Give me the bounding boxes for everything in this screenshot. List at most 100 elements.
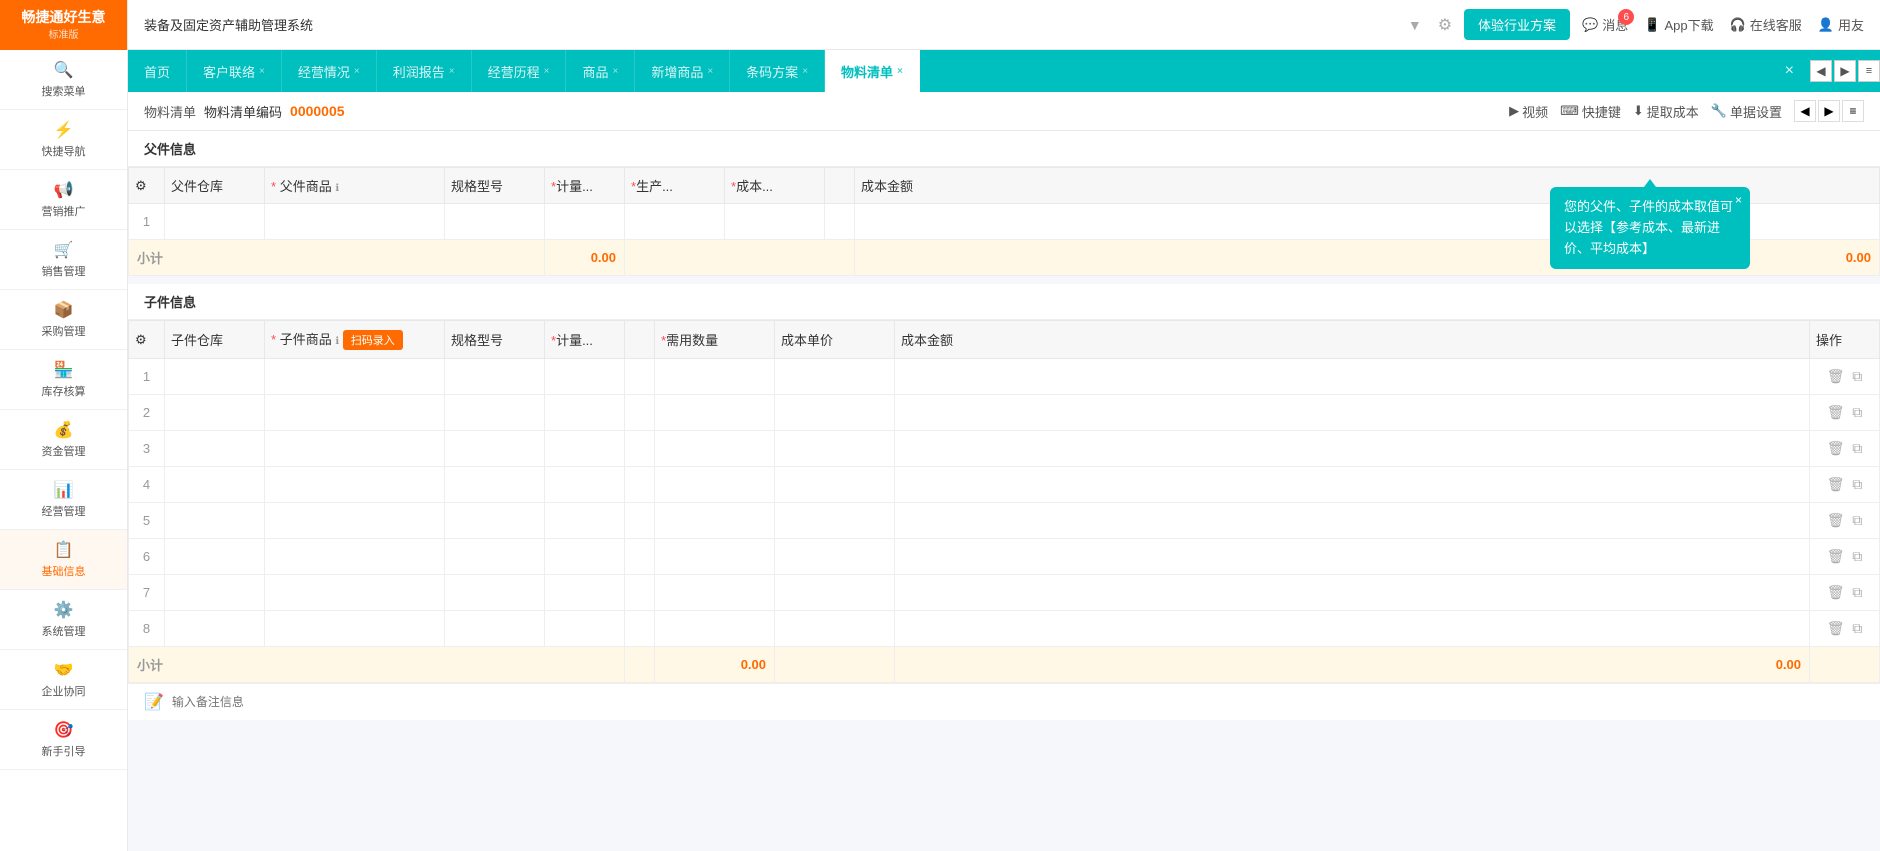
toolbar-prev-btn[interactable]: ◀ xyxy=(1794,100,1816,122)
parent-row-cost[interactable] xyxy=(725,204,825,240)
copy-icon[interactable]: ⧉ xyxy=(1852,404,1862,420)
child-row-unit[interactable] xyxy=(545,395,625,431)
child-row-qty[interactable] xyxy=(655,503,775,539)
tab-barcode-close[interactable]: × xyxy=(802,66,808,77)
child-row-amount[interactable] xyxy=(895,539,1810,575)
child-row-qty[interactable] xyxy=(655,467,775,503)
sidebar-item-marketing[interactable]: 📢 营销推广 xyxy=(0,170,127,230)
child-row-unit-price[interactable] xyxy=(775,503,895,539)
delete-icon[interactable]: 🗑 xyxy=(1827,476,1845,492)
child-row-warehouse[interactable] xyxy=(165,575,265,611)
tab-add-product[interactable]: 新增商品 × xyxy=(635,50,730,92)
sidebar-item-purchase[interactable]: 📦 采购管理 xyxy=(0,290,127,350)
tab-customer-close[interactable]: × xyxy=(259,66,265,77)
child-row-unit-price[interactable] xyxy=(775,359,895,395)
child-row-qty[interactable] xyxy=(655,359,775,395)
sidebar-item-finance[interactable]: 💰 资金管理 xyxy=(0,410,127,470)
tab-add-product-close[interactable]: × xyxy=(707,66,713,77)
nav-close-all-btn[interactable]: × xyxy=(1773,62,1806,80)
delete-icon[interactable]: 🗑 xyxy=(1827,404,1845,420)
child-row-amount[interactable] xyxy=(895,431,1810,467)
child-row-warehouse[interactable] xyxy=(165,431,265,467)
toolbar-next-btn[interactable]: ▶ xyxy=(1818,100,1840,122)
parent-row-product[interactable] xyxy=(265,204,445,240)
child-row-warehouse[interactable] xyxy=(165,611,265,647)
child-row-qty[interactable] xyxy=(655,539,775,575)
copy-icon[interactable]: ⧉ xyxy=(1852,512,1862,528)
copy-icon[interactable]: ⧉ xyxy=(1852,368,1862,384)
copy-icon[interactable]: ⧉ xyxy=(1852,584,1862,600)
child-row-unit[interactable] xyxy=(545,359,625,395)
nav-next-btn[interactable]: ▶ xyxy=(1834,60,1856,82)
child-row-spec[interactable] xyxy=(445,431,545,467)
child-row-product[interactable] xyxy=(265,431,445,467)
sidebar-item-operation[interactable]: 📊 经营管理 xyxy=(0,470,127,530)
child-row-spec[interactable] xyxy=(445,575,545,611)
parent-row-unit[interactable] xyxy=(545,204,625,240)
child-row-amount[interactable] xyxy=(895,359,1810,395)
child-product-info-icon[interactable]: ℹ xyxy=(335,336,339,347)
tab-operation-history[interactable]: 经营历程 × xyxy=(472,50,567,92)
topbar-settings-icon[interactable]: ⚙ xyxy=(1438,15,1452,35)
sidebar-item-basic-info[interactable]: 📋 基础信息 xyxy=(0,530,127,590)
tab-operation-status[interactable]: 经营情况 × xyxy=(282,50,377,92)
delete-icon[interactable]: 🗑 xyxy=(1827,512,1845,528)
copy-icon[interactable]: ⧉ xyxy=(1852,548,1862,564)
child-row-warehouse[interactable] xyxy=(165,539,265,575)
tab-operation-history-close[interactable]: × xyxy=(544,66,550,77)
sidebar-item-inventory[interactable]: 🏪 库存核算 xyxy=(0,350,127,410)
copy-icon[interactable]: ⧉ xyxy=(1852,476,1862,492)
delete-icon[interactable]: 🗑 xyxy=(1827,368,1845,384)
tab-bom-close[interactable]: × xyxy=(897,66,903,77)
sidebar-item-quick-nav[interactable]: ⚡ 快捷导航 xyxy=(0,110,127,170)
child-row-unit[interactable] xyxy=(545,575,625,611)
tab-profit-report-close[interactable]: × xyxy=(449,66,455,77)
delete-icon[interactable]: 🗑 xyxy=(1827,584,1845,600)
delete-icon[interactable]: 🗑 xyxy=(1827,620,1845,636)
child-row-qty[interactable] xyxy=(655,431,775,467)
tab-home[interactable]: 首页 xyxy=(128,50,187,92)
child-row-spec[interactable] xyxy=(445,359,545,395)
child-row-warehouse[interactable] xyxy=(165,359,265,395)
child-row-qty[interactable] xyxy=(655,611,775,647)
parent-row-prod[interactable] xyxy=(625,204,725,240)
tab-product-close[interactable]: × xyxy=(612,66,618,77)
child-row-spec[interactable] xyxy=(445,467,545,503)
child-row-product[interactable] xyxy=(265,539,445,575)
parent-row-spec[interactable] xyxy=(445,204,545,240)
tab-operation-status-close[interactable]: × xyxy=(354,66,360,77)
child-row-warehouse[interactable] xyxy=(165,503,265,539)
scan-btn[interactable]: 扫码录入 xyxy=(343,330,403,350)
child-row-product[interactable] xyxy=(265,359,445,395)
toolbar-list-btn[interactable]: ≡ xyxy=(1842,100,1864,122)
copy-icon[interactable]: ⧉ xyxy=(1852,440,1862,456)
child-row-warehouse[interactable] xyxy=(165,467,265,503)
child-row-qty[interactable] xyxy=(655,395,775,431)
messages-btn[interactable]: 💬 消息 6 xyxy=(1582,15,1628,34)
child-row-spec[interactable] xyxy=(445,539,545,575)
child-row-amount[interactable] xyxy=(895,395,1810,431)
user-btn[interactable]: 👤 用友 xyxy=(1818,15,1864,34)
online-service-btn[interactable]: 🎧 在线客服 xyxy=(1730,15,1802,34)
child-row-unit-price[interactable] xyxy=(775,611,895,647)
child-row-product[interactable] xyxy=(265,467,445,503)
child-row-unit-price[interactable] xyxy=(775,431,895,467)
tooltip-close-btn[interactable]: × xyxy=(1735,191,1742,210)
child-row-amount[interactable] xyxy=(895,467,1810,503)
single-setting-btn[interactable]: 🔧 单据设置 xyxy=(1711,102,1782,121)
child-row-unit-price[interactable] xyxy=(775,395,895,431)
child-row-unit[interactable] xyxy=(545,431,625,467)
nav-prev-btn[interactable]: ◀ xyxy=(1810,60,1832,82)
extract-cost-btn[interactable]: ⬇ 提取成本 xyxy=(1633,102,1699,121)
parent-col-settings[interactable]: ⚙ xyxy=(129,168,165,204)
child-row-spec[interactable] xyxy=(445,395,545,431)
tab-customer[interactable]: 客户联络 × xyxy=(187,50,282,92)
child-row-amount[interactable] xyxy=(895,611,1810,647)
child-row-unit[interactable] xyxy=(545,467,625,503)
child-col-settings[interactable]: ⚙ xyxy=(129,321,165,359)
child-row-warehouse[interactable] xyxy=(165,395,265,431)
parent-row-warehouse[interactable] xyxy=(165,204,265,240)
copy-icon[interactable]: ⧉ xyxy=(1852,620,1862,636)
child-row-product[interactable] xyxy=(265,503,445,539)
sidebar-item-system[interactable]: ⚙️ 系统管理 xyxy=(0,590,127,650)
